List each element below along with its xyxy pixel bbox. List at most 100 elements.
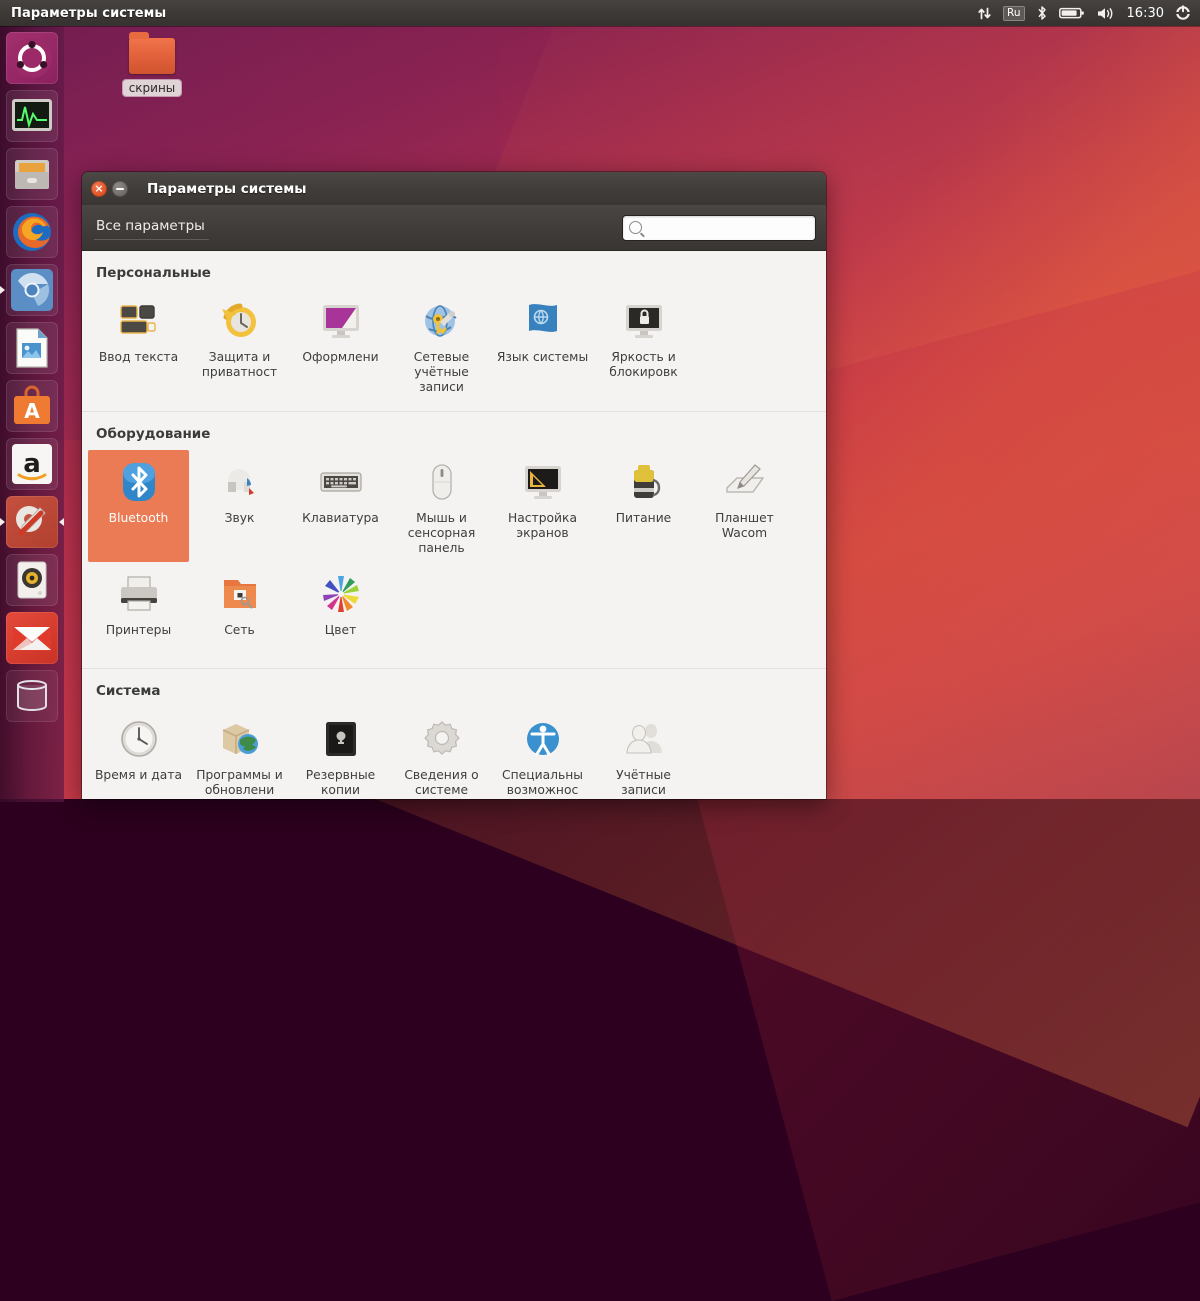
settings-tile-label: Учётные записи [616, 768, 671, 797]
section-title-system: Система [96, 683, 161, 699]
settings-tile-label: Звук [224, 511, 255, 525]
settings-tile-label: Программы и обновлени [196, 768, 283, 797]
settings-tile-label: Сеть [224, 623, 255, 637]
launcher-item-rhythmbox[interactable] [6, 554, 58, 606]
keyboard-layout-indicator[interactable]: Ru [1003, 5, 1025, 21]
bluetooth-icon[interactable] [1036, 5, 1048, 21]
network-updown-arrows-icon[interactable] [977, 6, 992, 21]
printer-icon [120, 576, 157, 611]
settings-tile-power[interactable]: Питание [593, 450, 694, 562]
settings-tile-brightness-lock[interactable]: Яркость и блокировк [593, 289, 694, 401]
clock-label[interactable]: 16:30 [1127, 7, 1164, 20]
system-monitor-icon [12, 99, 52, 131]
settings-tile-label: Время и дата [94, 768, 183, 782]
window-titlebar[interactable]: × Параметры системы [82, 172, 826, 205]
settings-tile-label: Bluetooth [108, 511, 169, 525]
text-entry-icon [119, 305, 156, 334]
settings-tile-appearance[interactable]: Оформлени [290, 289, 391, 401]
settings-tile-online-accounts[interactable]: Сетевые учётные записи [391, 289, 492, 401]
clock-icon [120, 721, 157, 757]
section-personal: Персональные Ввод текста Защита и приват… [82, 251, 826, 411]
launcher-item-system-monitor[interactable] [6, 90, 58, 142]
settings-tile-datetime[interactable]: Время и дата [88, 707, 189, 799]
launcher-item-files[interactable] [6, 148, 58, 200]
launcher-item-amazon[interactable]: a [6, 438, 58, 490]
settings-tile-printers[interactable]: Принтеры [88, 562, 189, 658]
settings-tile-privacy[interactable]: Защита и приватност [189, 289, 290, 401]
settings-tile-network[interactable]: Сеть [189, 562, 290, 658]
settings-tile-label: Сведения о системе [404, 768, 479, 797]
settings-tile-label: Специальны возможнос [502, 768, 583, 797]
grid-hardware: Bluetooth Звук Клавиатура Мышь и сенсорн… [82, 450, 826, 658]
launcher-item-dash-home[interactable] [6, 32, 58, 84]
svg-text:A: A [24, 399, 40, 423]
launcher-item-mail[interactable] [6, 612, 58, 664]
backup-safe-icon [325, 722, 356, 756]
displays-monitor-icon [524, 466, 561, 499]
settings-tile-label: Резервные копии [305, 768, 376, 797]
user-accounts-icon [625, 724, 662, 754]
system-settings-gear-wrench-icon [16, 506, 46, 536]
chromium-icon [11, 269, 53, 311]
launcher-item-system-settings[interactable] [0, 496, 64, 548]
settings-tile-wacom[interactable]: Планшет Wacom [694, 450, 795, 562]
settings-tile-displays[interactable]: Настройка экранов [492, 450, 593, 562]
search-field[interactable] [622, 214, 816, 241]
desktop-folder-label: скрины [122, 80, 182, 96]
window-minimize-button[interactable] [112, 180, 128, 197]
launcher-item-libreoffice-impress[interactable] [6, 322, 58, 374]
settings-tile-language[interactable]: Язык системы [492, 289, 593, 401]
settings-panel-body: Персональные Ввод текста Защита и приват… [82, 251, 826, 799]
window-toolbar: Все параметры [82, 205, 826, 251]
launcher-item-software-center[interactable]: A [6, 380, 58, 432]
language-flag-icon [528, 304, 557, 332]
battery-icon[interactable] [1058, 6, 1085, 20]
file-manager-icon [15, 160, 49, 189]
settings-tile-backups[interactable]: Резервные копии [290, 707, 391, 799]
settings-tile-user-accounts[interactable]: Учётные записи [593, 707, 694, 799]
mouse-touchpad-icon [431, 464, 452, 500]
launcher-item-firefox[interactable] [6, 206, 58, 258]
settings-tile-text-entry[interactable]: Ввод текста [88, 289, 189, 401]
settings-tile-label: Сетевые учётные записи [413, 350, 470, 394]
keyboard-layout-label: Ru [1003, 5, 1025, 21]
system-settings-window: × Параметры системы Все параметры Персон… [82, 172, 826, 799]
minimize-icon [116, 187, 124, 190]
sound-icon [227, 469, 254, 495]
mail-envelope-icon [13, 626, 51, 651]
top-panel: Параметры системы Ru 16:30 [0, 0, 1200, 26]
svg-text:a: a [23, 449, 41, 479]
session-gear-icon[interactable] [1175, 5, 1191, 21]
search-input[interactable] [647, 219, 809, 236]
settings-tile-accessibility[interactable]: Специальны возможнос [492, 707, 593, 799]
settings-tile-label: Защита и приватност [201, 350, 278, 379]
all-settings-button[interactable]: Все параметры [94, 216, 209, 240]
settings-tile-color[interactable]: Цвет [290, 562, 391, 658]
window-title: Параметры системы [147, 180, 307, 197]
desktop-folder-skriny[interactable]: скрины [110, 32, 194, 96]
settings-tile-label: Мышь и сенсорная панель [407, 511, 476, 555]
firefox-icon [13, 213, 51, 251]
settings-tile-sound[interactable]: Звук [189, 450, 290, 562]
window-close-button[interactable]: × [91, 180, 107, 197]
settings-tile-label: Ввод текста [98, 350, 179, 364]
settings-tile-software-updates[interactable]: Программы и обновлени [189, 707, 290, 799]
section-title-hardware: Оборудование [96, 426, 211, 442]
section-hardware: Оборудование Bluetooth Звук Клавиатура М… [82, 411, 826, 668]
amazon-icon: a [12, 444, 52, 484]
brightness-lock-icon [625, 305, 662, 338]
settings-tile-label: Яркость и блокировк [609, 350, 678, 379]
rhythmbox-speaker-icon [17, 561, 47, 599]
grid-system: Время и дата Программы и обновлени Резер… [82, 707, 826, 799]
settings-tile-keyboard[interactable]: Клавиатура [290, 450, 391, 562]
launcher-item-trash[interactable] [6, 670, 58, 722]
settings-tile-bluetooth[interactable]: Bluetooth [88, 450, 189, 562]
settings-tile-label: Клавиатура [302, 511, 379, 525]
settings-tile-mouse-touchpad[interactable]: Мышь и сенсорная панель [391, 450, 492, 562]
section-system: Система Время и дата Программы и обновле… [82, 668, 826, 799]
volume-icon[interactable] [1096, 6, 1116, 21]
launcher-item-chromium[interactable] [0, 264, 58, 316]
settings-tile-label: Язык системы [496, 350, 589, 364]
settings-tile-label: Питание [615, 511, 672, 525]
settings-tile-details[interactable]: Сведения о системе [391, 707, 492, 799]
